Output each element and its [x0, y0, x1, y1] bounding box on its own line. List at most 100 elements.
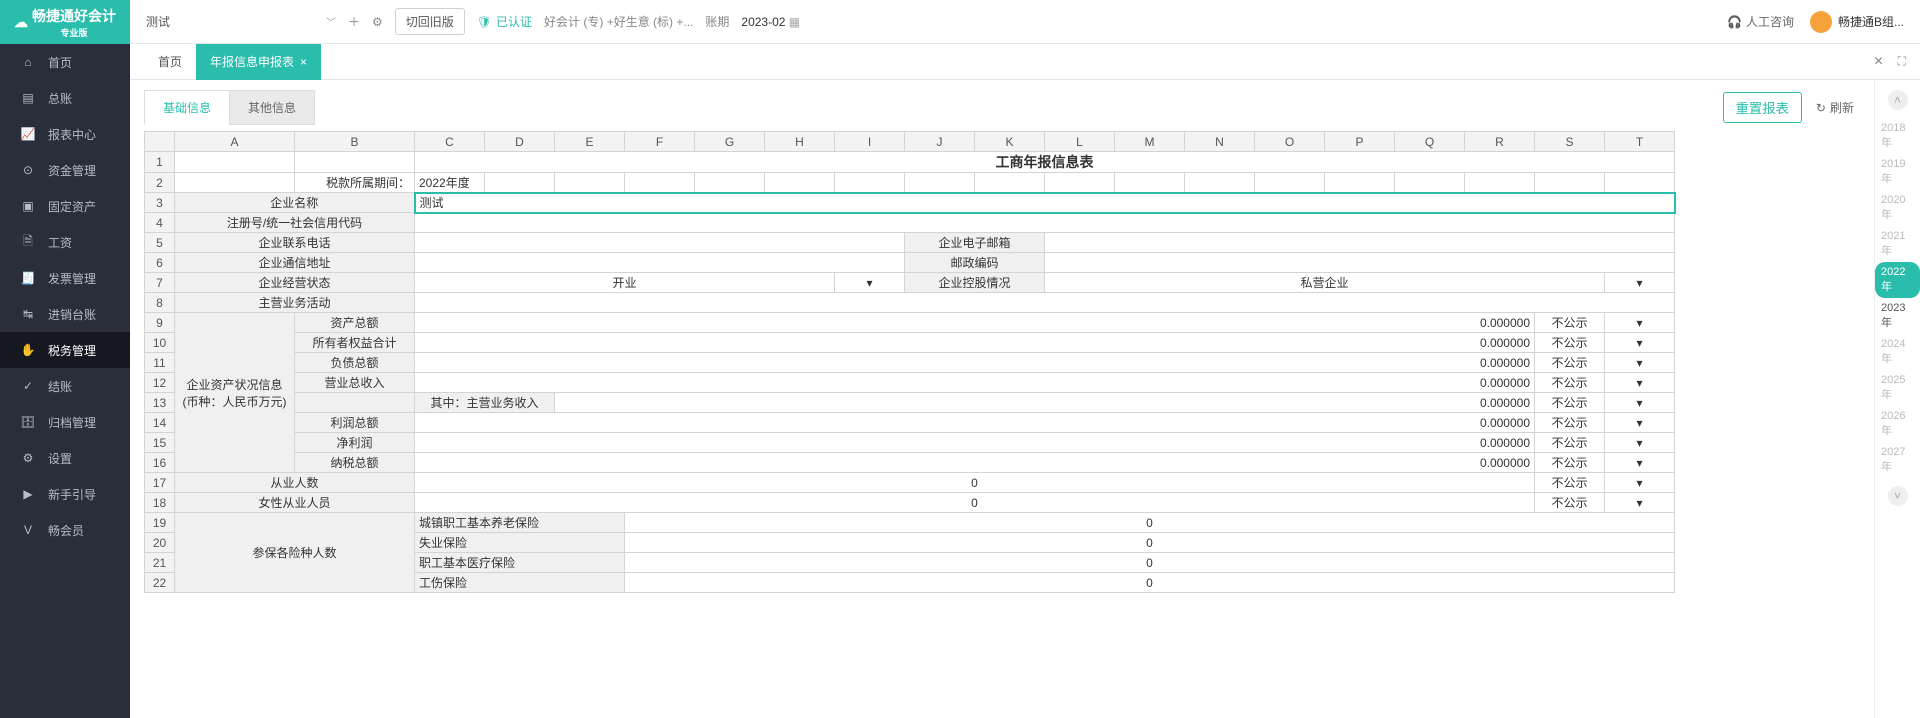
verified-badge: 🛡 已认证 [477, 13, 532, 30]
switch-old-version-button[interactable]: 切回旧版 [395, 8, 465, 35]
inout-icon: ↹ [20, 306, 36, 322]
row-header-11[interactable]: 11 [145, 353, 175, 373]
col-header-P[interactable]: P [1325, 132, 1395, 152]
col-header-J[interactable]: J [905, 132, 975, 152]
subtab-0[interactable]: 基础信息 [144, 90, 230, 125]
row-header-19[interactable]: 19 [145, 513, 175, 533]
tabbar: 首页年报信息申报表× ✕ ⛶ [130, 44, 1920, 80]
vip-icon: V [20, 522, 36, 538]
row-header-21[interactable]: 21 [145, 553, 175, 573]
col-header-T[interactable]: T [1605, 132, 1675, 152]
year-2022年[interactable]: 2022年 [1875, 262, 1920, 298]
row-header-6[interactable]: 6 [145, 253, 175, 273]
sidebar-item-6[interactable]: 🧾发票管理 [0, 260, 130, 296]
insurance-group-label: 参保各险种人数 [175, 513, 415, 593]
row-header-3[interactable]: 3 [145, 193, 175, 213]
sidebar-item-9[interactable]: ✓结账 [0, 368, 130, 404]
year-2023年[interactable]: 2023年 [1875, 298, 1920, 334]
asset-icon: ▣ [20, 198, 36, 214]
row-header-5[interactable]: 5 [145, 233, 175, 253]
col-header-R[interactable]: R [1465, 132, 1535, 152]
row-header-10[interactable]: 10 [145, 333, 175, 353]
fullscreen-icon[interactable]: ⛶ [1898, 54, 1906, 69]
sidebar-item-0[interactable]: ⌂首页 [0, 44, 130, 80]
year-up-arrow[interactable]: ˄ [1888, 90, 1908, 110]
sidebar-item-2[interactable]: 📈报表中心 [0, 116, 130, 152]
reset-report-button[interactable]: 重置报表 [1723, 92, 1802, 123]
r3-label: 企业名称 [175, 193, 415, 213]
subtab-1[interactable]: 其他信息 [229, 90, 315, 125]
year-down-arrow[interactable]: ˅ [1888, 486, 1908, 506]
col-header-C[interactable]: C [415, 132, 485, 152]
row-header-14[interactable]: 14 [145, 413, 175, 433]
ownership-select[interactable]: 私营企业 [1045, 273, 1605, 293]
close-icon: ✓ [20, 378, 36, 394]
year-2018年[interactable]: 2018年 [1875, 118, 1920, 154]
sidebar-item-3[interactable]: ⊙资金管理 [0, 152, 130, 188]
year-2024年[interactable]: 2024年 [1875, 334, 1920, 370]
row-header-16[interactable]: 16 [145, 453, 175, 473]
col-header-A[interactable]: A [175, 132, 295, 152]
row-header-22[interactable]: 22 [145, 573, 175, 593]
row-header-15[interactable]: 15 [145, 433, 175, 453]
sidebar-item-12[interactable]: ▶新手引导 [0, 476, 130, 512]
col-header-M[interactable]: M [1115, 132, 1185, 152]
col-header-N[interactable]: N [1185, 132, 1255, 152]
year-2027年[interactable]: 2027年 [1875, 442, 1920, 478]
row-header-7[interactable]: 7 [145, 273, 175, 293]
row-header-9[interactable]: 9 [145, 313, 175, 333]
row-header-4[interactable]: 4 [145, 213, 175, 233]
spreadsheet-grid[interactable]: ABCDEFGHIJKLMNOPQRST1工商年报信息表2税款所属期间：2022… [144, 131, 1676, 593]
gear-icon[interactable]: ⚙ [372, 15, 383, 29]
entity-selector[interactable]: 测试 ﹀ [146, 13, 336, 30]
business-status-select[interactable]: 开业 [415, 273, 835, 293]
row-header-20[interactable]: 20 [145, 533, 175, 553]
row-header-1[interactable]: 1 [145, 152, 175, 173]
sidebar-item-11[interactable]: ⚙设置 [0, 440, 130, 476]
col-header-O[interactable]: O [1255, 132, 1325, 152]
sidebar-item-1[interactable]: ▤总账 [0, 80, 130, 116]
plus-icon[interactable]: ＋ [348, 13, 360, 30]
col-header-L[interactable]: L [1045, 132, 1115, 152]
col-header-K[interactable]: K [975, 132, 1045, 152]
sidebar-item-8[interactable]: ✋税务管理 [0, 332, 130, 368]
year-2019年[interactable]: 2019年 [1875, 154, 1920, 190]
row-header-18[interactable]: 18 [145, 493, 175, 513]
tab-1[interactable]: 年报信息申报表× [196, 44, 321, 80]
row-header-12[interactable]: 12 [145, 373, 175, 393]
year-2021年[interactable]: 2021年 [1875, 226, 1920, 262]
row-header-17[interactable]: 17 [145, 473, 175, 493]
sidebar-item-10[interactable]: 🗄归档管理 [0, 404, 130, 440]
sidebar-item-7[interactable]: ↹进销台账 [0, 296, 130, 332]
sidebar-item-4[interactable]: ▣固定资产 [0, 188, 130, 224]
row-header-8[interactable]: 8 [145, 293, 175, 313]
sidebar-item-5[interactable]: 🗎工资 [0, 224, 130, 260]
chevron-down-icon: ﹀ [326, 14, 336, 29]
ledger-icon: ▤ [20, 90, 36, 106]
col-header-H[interactable]: H [765, 132, 835, 152]
year-2020年[interactable]: 2020年 [1875, 190, 1920, 226]
row-header-13[interactable]: 13 [145, 393, 175, 413]
col-header-S[interactable]: S [1535, 132, 1605, 152]
year-2025年[interactable]: 2025年 [1875, 370, 1920, 406]
col-header-E[interactable]: E [555, 132, 625, 152]
year-2026年[interactable]: 2026年 [1875, 406, 1920, 442]
r4-value[interactable] [415, 213, 1675, 233]
col-header-I[interactable]: I [835, 132, 905, 152]
user-menu[interactable]: 畅捷通B组... [1810, 11, 1904, 33]
col-header-Q[interactable]: Q [1395, 132, 1465, 152]
col-header-G[interactable]: G [695, 132, 765, 152]
col-header-D[interactable]: D [485, 132, 555, 152]
col-header-F[interactable]: F [625, 132, 695, 152]
close-tab-icon[interactable]: ✕ [1874, 54, 1884, 69]
tab-0[interactable]: 首页 [144, 44, 196, 80]
company-name-cell[interactable]: 测试 [415, 193, 1675, 213]
col-header-B[interactable]: B [295, 132, 415, 152]
salary-icon: 🗎 [20, 234, 36, 250]
sidebar-item-13[interactable]: V畅会员 [0, 512, 130, 548]
refresh-button[interactable]: ↻ 刷新 [1816, 99, 1854, 116]
support-link[interactable]: 🎧 人工咨询 [1727, 13, 1794, 30]
period-selector[interactable]: 2023-02 ▦ [741, 15, 800, 29]
tab-close-icon[interactable]: × [300, 55, 307, 69]
row-header-2[interactable]: 2 [145, 173, 175, 193]
